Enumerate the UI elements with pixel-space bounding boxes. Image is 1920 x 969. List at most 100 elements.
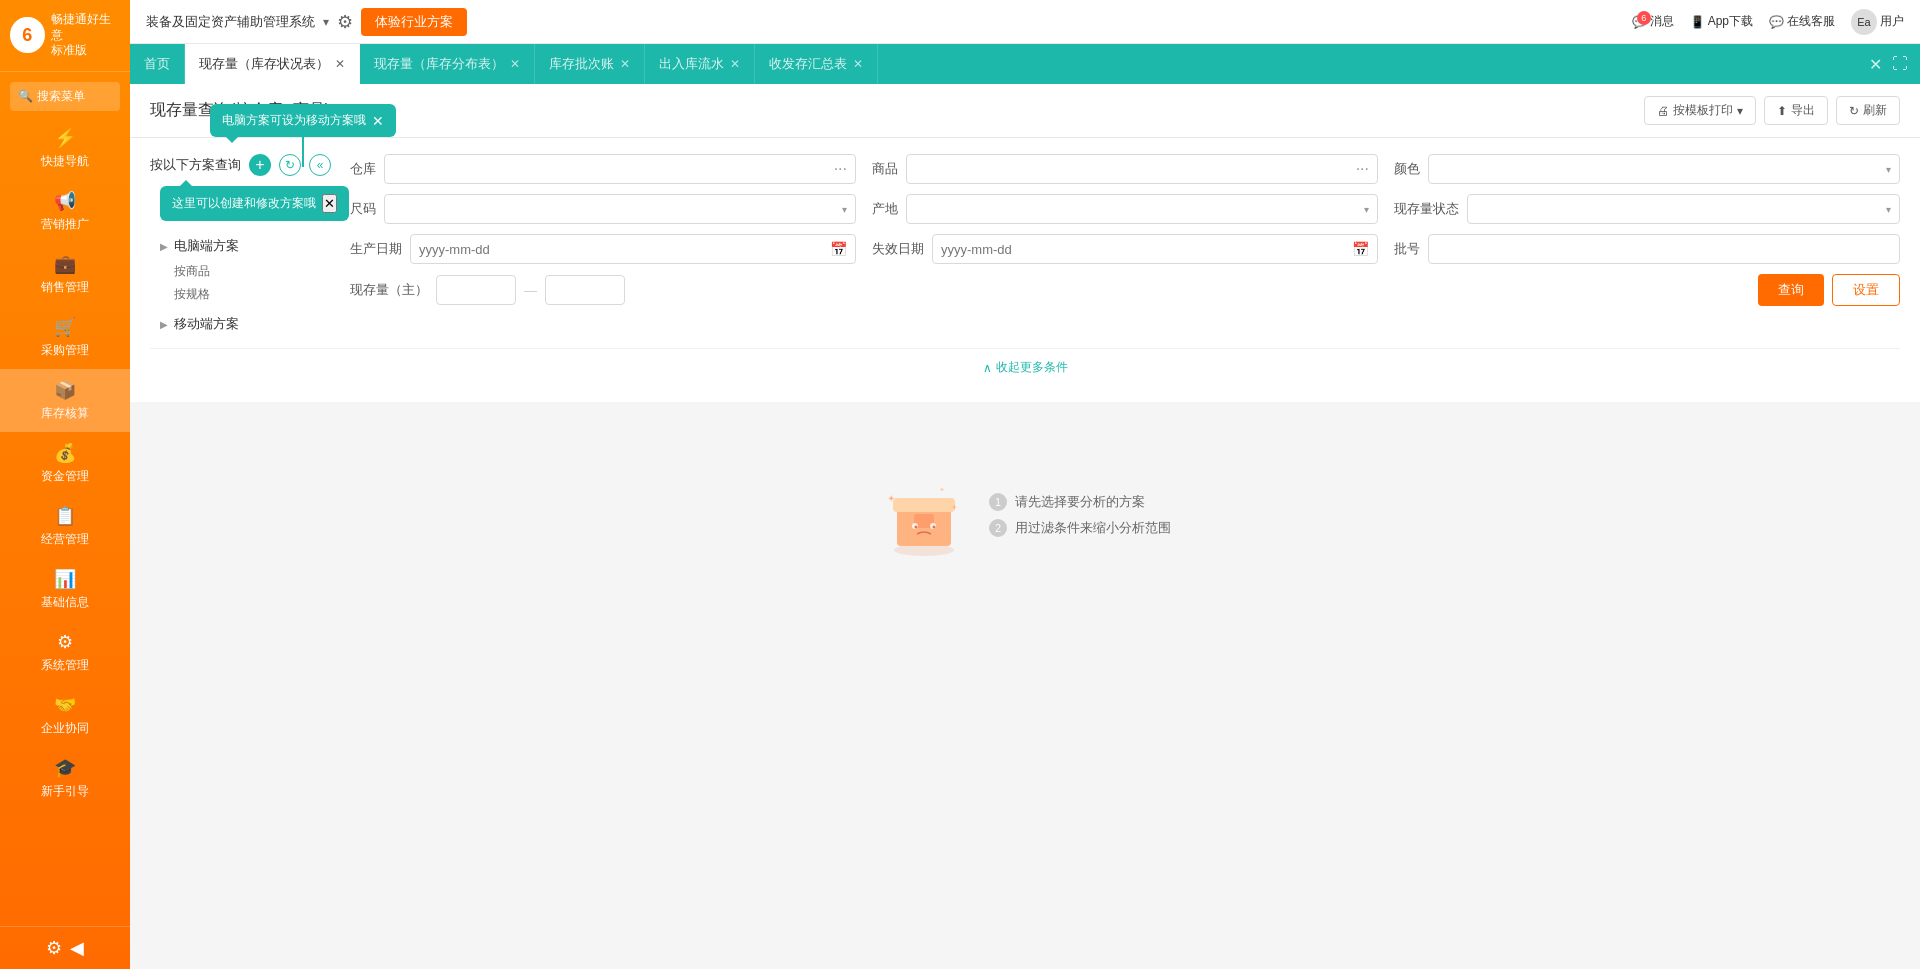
marketing-icon: 📢: [54, 190, 76, 212]
sidebar-item-sales[interactable]: 💼 销售管理: [0, 243, 130, 306]
production-date-label: 生产日期: [350, 240, 402, 258]
stock-min-field[interactable]: [445, 283, 507, 298]
sidebar-collapse-button[interactable]: ◀: [70, 937, 84, 959]
size-select[interactable]: ▾: [384, 194, 856, 224]
goods-dots-icon: ···: [1356, 160, 1369, 178]
production-date-cell: 生产日期 📅: [350, 234, 856, 264]
color-label: 颜色: [1394, 160, 1420, 178]
tab-inventory-status[interactable]: 现存量（库存状况表） ✕: [185, 44, 360, 84]
tab-close-collect-summary[interactable]: ✕: [853, 57, 863, 71]
expiry-date-field[interactable]: [941, 242, 1346, 257]
user-button[interactable]: Ea 用户: [1851, 9, 1904, 35]
app-download-button[interactable]: 📱 App下载: [1690, 13, 1753, 30]
query-button[interactable]: 查询: [1758, 274, 1824, 306]
online-service-button[interactable]: 💬 在线客服: [1769, 13, 1835, 30]
scheme-by-goods[interactable]: 按商品: [174, 260, 350, 283]
batch-input[interactable]: [1428, 234, 1900, 264]
stock-status-arrow-icon: ▾: [1886, 204, 1891, 215]
add-scheme-button[interactable]: +: [249, 154, 271, 176]
stock-status-select[interactable]: ▾: [1467, 194, 1900, 224]
scheme-desktop-sub: 按商品 按规格: [150, 260, 350, 306]
quick-nav-icon: ⚡: [54, 127, 76, 149]
print-button[interactable]: 🖨 按模板打印 ▾: [1644, 96, 1756, 125]
inventory-icon: 📦: [54, 379, 76, 401]
tab-inventory-dist[interactable]: 现存量（库存分布表） ✕: [360, 44, 535, 84]
tab-close-inventory-dist[interactable]: ✕: [510, 57, 520, 71]
tooltip2-close-button[interactable]: ✕: [322, 194, 337, 213]
tooltip1-close-button[interactable]: ✕: [372, 113, 384, 129]
production-date-field[interactable]: [419, 242, 824, 257]
filter-row-4: 现存量（主） — 查询 设置: [350, 274, 1900, 306]
sidebar-item-enterprise[interactable]: 🤝 企业协同: [0, 684, 130, 747]
sidebar-item-finance[interactable]: 💰 资金管理: [0, 432, 130, 495]
color-cell: 颜色 ▾: [1394, 154, 1900, 184]
expiry-date-input[interactable]: 📅: [932, 234, 1378, 264]
tab-close-inventory-status[interactable]: ✕: [335, 57, 345, 71]
sidebar-item-management[interactable]: 📋 经营管理: [0, 495, 130, 558]
sidebar-item-inventory[interactable]: 📦 库存核算: [0, 369, 130, 432]
color-arrow-icon: ▾: [1886, 164, 1891, 175]
origin-label: 产地: [872, 200, 898, 218]
export-icon: ⬆: [1777, 104, 1787, 118]
tab-maximize-button[interactable]: ⛶: [1888, 51, 1912, 77]
batch-field[interactable]: [1437, 242, 1891, 257]
tooltip-create-scheme: 这里可以创建和修改方案哦 ✕: [160, 186, 349, 221]
collapse-button[interactable]: ∧ 收起更多条件: [983, 359, 1068, 376]
user-avatar: Ea: [1851, 9, 1877, 35]
page-header-actions: 🖨 按模板打印 ▾ ⬆ 导出 ↻ 刷新: [1644, 96, 1900, 125]
sidebar-item-system[interactable]: ⚙ 系统管理: [0, 621, 130, 684]
goods-label: 商品: [872, 160, 898, 178]
sidebar-item-quick[interactable]: ⚡ 快捷导航: [0, 117, 130, 180]
sidebar-settings-button[interactable]: ⚙: [46, 937, 62, 959]
experience-button[interactable]: 体验行业方案: [361, 8, 467, 36]
logo-text: 畅捷通好生意 标准版: [51, 12, 120, 59]
expiry-date-cell: 失效日期 📅: [872, 234, 1378, 264]
export-button[interactable]: ⬆ 导出: [1764, 96, 1828, 125]
message-button[interactable]: 💬 6 消息: [1632, 13, 1674, 30]
origin-select[interactable]: ▾: [906, 194, 1378, 224]
scheme-by-spec[interactable]: 按规格: [174, 283, 350, 306]
scheme-desktop[interactable]: ▶ 电脑端方案: [150, 232, 350, 260]
refresh-button[interactable]: ↻ 刷新: [1836, 96, 1900, 125]
tab-home[interactable]: 首页: [130, 44, 185, 84]
sidebar-item-guide[interactable]: 🎓 新手引导: [0, 747, 130, 810]
tab-inout-flow[interactable]: 出入库流水 ✕: [645, 44, 755, 84]
size-cell: 尺码 ▾: [350, 194, 856, 224]
stock-main-max-input[interactable]: [545, 275, 625, 305]
expiry-date-label: 失效日期: [872, 240, 924, 258]
stock-max-field[interactable]: [554, 283, 616, 298]
scheme-mobile[interactable]: ▶ 移动端方案: [150, 310, 350, 338]
refresh-scheme-button[interactable]: ↻: [279, 154, 301, 176]
search-menu-button[interactable]: 🔍 搜索菜单: [10, 82, 120, 111]
header-settings-button[interactable]: ⚙: [337, 11, 353, 33]
system-name: 装备及固定资产辅助管理系统: [146, 13, 315, 31]
stock-main-min-input[interactable]: [436, 275, 516, 305]
back-scheme-button[interactable]: «: [309, 154, 331, 176]
production-date-input[interactable]: 📅: [410, 234, 856, 264]
tab-batch[interactable]: 库存批次账 ✕: [535, 44, 645, 84]
tab-collect-summary[interactable]: 收发存汇总表 ✕: [755, 44, 878, 84]
settings-button[interactable]: 设置: [1832, 274, 1900, 306]
filter-label: 按以下方案查询: [150, 156, 241, 174]
size-arrow-icon: ▾: [842, 204, 847, 215]
sidebar-item-basic[interactable]: 📊 基础信息: [0, 558, 130, 621]
warehouse-select[interactable]: ···: [384, 154, 856, 184]
empty-text-list: 1 请先选择要分析的方案 2 用过滤条件来缩小分析范围: [989, 493, 1171, 537]
message-count: 6: [1637, 11, 1651, 25]
tab-close-batch[interactable]: ✕: [620, 57, 630, 71]
svg-text:✦: ✦: [939, 486, 945, 493]
filter-row-2: 尺码 ▾ 产地 ▾ 现存量状态: [350, 194, 1900, 224]
sidebar-item-marketing[interactable]: 📢 营销推广: [0, 180, 130, 243]
stock-main-label: 现存量（主）: [350, 281, 428, 299]
tab-close-all-button[interactable]: ✕: [1865, 51, 1886, 78]
color-select[interactable]: ▾: [1428, 154, 1900, 184]
sidebar-item-purchase[interactable]: 🛒 采购管理: [0, 306, 130, 369]
calendar-icon-1: 📅: [830, 241, 847, 257]
system-dropdown-button[interactable]: ▾: [323, 15, 329, 29]
management-icon: 📋: [54, 505, 76, 527]
header-right: 💬 6 消息 📱 App下载 💬 在线客服 Ea 用户: [1632, 9, 1904, 35]
desktop-arrow-icon: ▶: [160, 241, 168, 252]
scheme-tree: ▶ 电脑端方案 按商品 按规格 ▶ 移动端方案: [150, 232, 350, 338]
tab-close-inout-flow[interactable]: ✕: [730, 57, 740, 71]
goods-select[interactable]: ···: [906, 154, 1378, 184]
